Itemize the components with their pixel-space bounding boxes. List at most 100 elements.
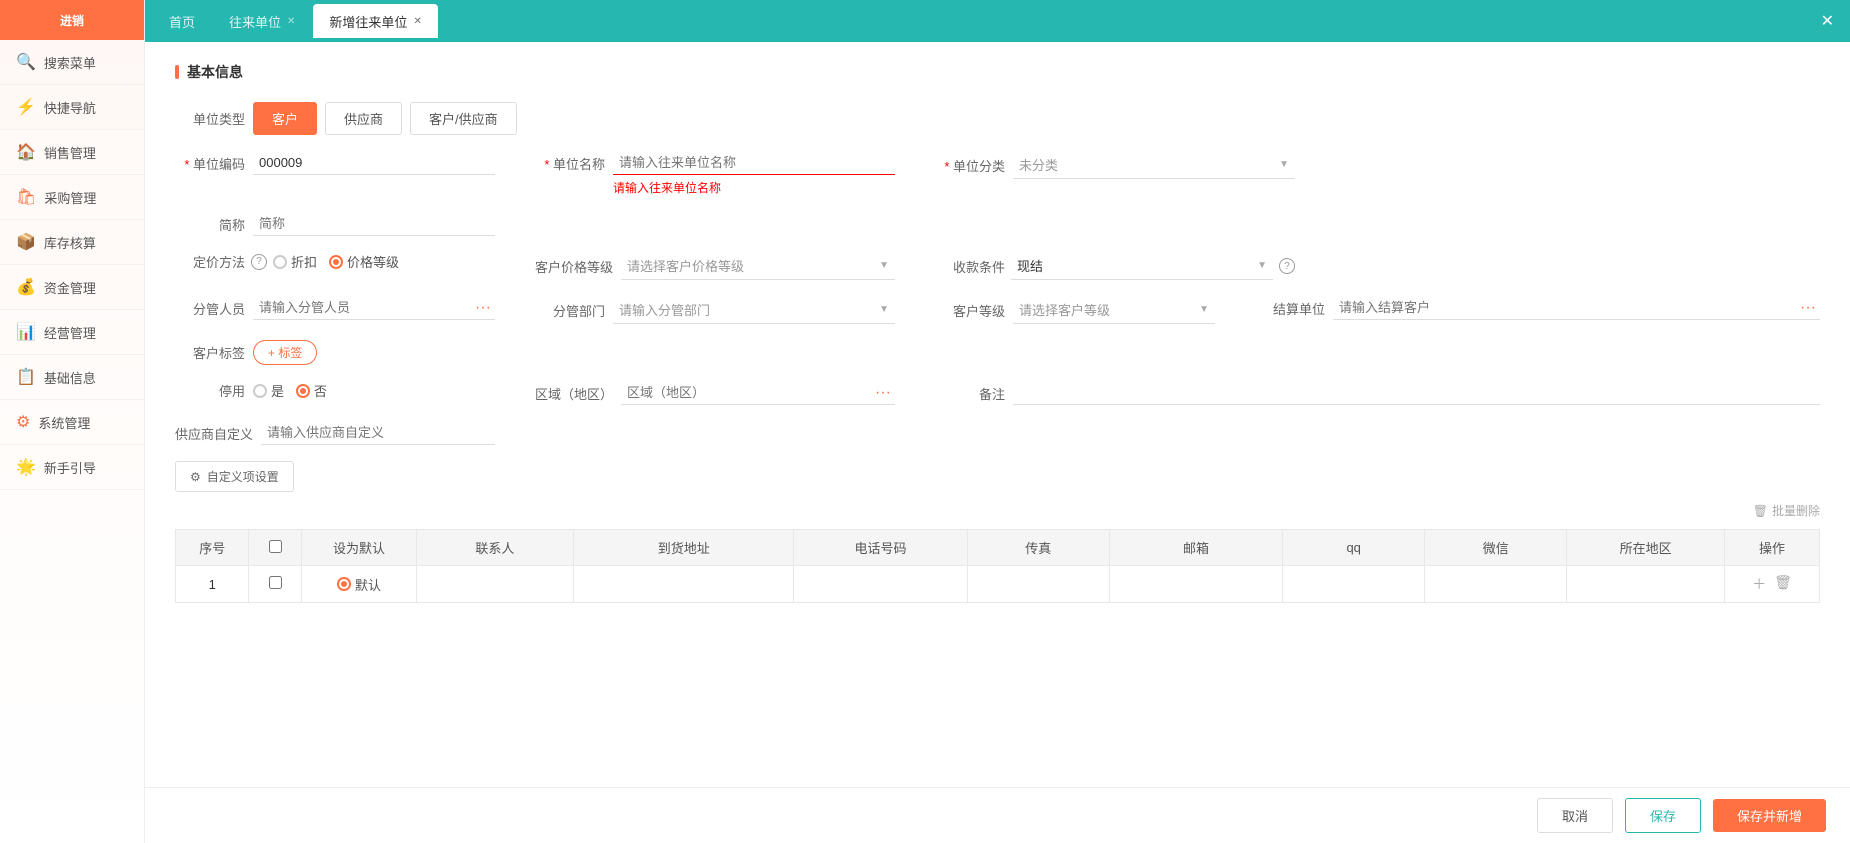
region-dots-button[interactable]: ··· <box>871 384 895 402</box>
sidebar-item-search[interactable]: 🔍 搜索菜单 <box>0 40 144 85</box>
chart-icon: 📊 <box>16 322 36 342</box>
radio-yes[interactable]: 是 <box>253 381 284 400</box>
cell-contact <box>416 566 574 603</box>
payment-terms-group: 收款条件 现结 ▼ ? <box>935 252 1295 280</box>
customer-level-label: 客户等级 <box>935 301 1005 320</box>
address-input[interactable] <box>624 577 744 592</box>
box-icon: 📦 <box>16 232 36 252</box>
tab-close-icon[interactable]: ✕ <box>413 16 421 27</box>
customer-tag-group: 客户标签 + 标签 <box>175 340 1820 365</box>
radio-circle-discount <box>273 255 287 269</box>
department-group: 分管部门 请输入分管部门 ▼ <box>535 296 895 324</box>
radio-price-level[interactable]: 价格等级 <box>329 252 399 271</box>
col-qq: qq <box>1283 530 1425 566</box>
sidebar: 进销 🔍 搜索菜单 ⚡ 快捷导航 🏠 销售管理 🛍 采购管理 📦 库存核算 💰 … <box>0 0 145 843</box>
wechat-input[interactable] <box>1461 577 1531 592</box>
save-button[interactable]: 保存 <box>1625 798 1701 833</box>
select-all-checkbox[interactable] <box>269 540 282 553</box>
add-tag-button[interactable]: + 标签 <box>253 340 317 365</box>
sidebar-item-label: 库存核算 <box>44 233 96 252</box>
sidebar-item-finance[interactable]: 💰 资金管理 <box>0 265 144 310</box>
sidebar-item-purchase[interactable]: 🛍 采购管理 <box>0 175 144 220</box>
type-btn-supplier[interactable]: 供应商 <box>325 102 402 135</box>
sidebar-item-quick-nav[interactable]: ⚡ 快捷导航 <box>0 85 144 130</box>
type-btn-customer[interactable]: 客户 <box>253 102 317 135</box>
manager-dots-button[interactable]: ··· <box>471 299 495 317</box>
tab-partner[interactable]: 往来单位 ✕ <box>213 4 311 38</box>
sidebar-item-guide[interactable]: 🌟 新手引导 <box>0 445 144 490</box>
unit-code-group: 单位编码 <box>175 151 495 175</box>
sidebar-item-label: 系统管理 <box>38 413 90 432</box>
question-icon-payment[interactable]: ? <box>1279 258 1295 274</box>
sidebar-item-operation[interactable]: 📊 经营管理 <box>0 310 144 355</box>
customer-level-select[interactable]: 请选择客户等级 ▼ <box>1013 296 1215 324</box>
custom-settings-label: 自定义项设置 <box>207 468 279 485</box>
manager-row: 分管人员 ··· 分管部门 请输入分管部门 ▼ 客户等级 请选择客户等级 <box>175 296 1820 324</box>
global-close-button[interactable]: ✕ <box>1813 7 1842 35</box>
fax-input[interactable] <box>1003 577 1073 592</box>
tab-label: 首页 <box>169 12 195 31</box>
manager-input[interactable] <box>253 296 471 319</box>
custom-settings-row: ⚙ 自定义项设置 <box>175 461 1820 492</box>
payment-terms-select[interactable]: 现结 ▼ <box>1011 252 1273 280</box>
unit-name-input[interactable] <box>613 151 895 175</box>
region-table-input[interactable] <box>1606 577 1686 592</box>
question-icon[interactable]: ? <box>251 254 267 270</box>
email-input[interactable] <box>1151 577 1241 592</box>
tab-label: 新增往来单位 <box>329 12 407 31</box>
payment-terms-label: 收款条件 <box>935 257 1005 276</box>
remarks-input[interactable] <box>1013 381 1820 405</box>
sidebar-item-label: 新手引导 <box>44 458 96 477</box>
row-checkbox[interactable] <box>269 576 282 589</box>
phone-input[interactable] <box>836 577 926 592</box>
remarks-group: 备注 <box>935 381 1820 405</box>
department-select[interactable]: 请输入分管部门 ▼ <box>613 296 895 324</box>
department-label: 分管部门 <box>535 301 605 320</box>
tab-new-partner[interactable]: 新增往来单位 ✕ <box>313 4 437 38</box>
col-email: 邮箱 <box>1109 530 1282 566</box>
gear-icon: ⚙ <box>16 412 30 432</box>
unit-category-select[interactable]: 未分类 ▼ <box>1013 151 1295 179</box>
tab-close-icon[interactable]: ✕ <box>287 16 295 27</box>
save-and-new-button[interactable]: 保存并新增 <box>1713 799 1826 832</box>
sidebar-item-inventory[interactable]: 📦 库存核算 <box>0 220 144 265</box>
col-no: 序号 <box>176 530 249 566</box>
chevron-down-icon: ▼ <box>879 304 889 315</box>
sidebar-item-basic[interactable]: 📋 基础信息 <box>0 355 144 400</box>
supplier-custom-input[interactable] <box>261 421 495 445</box>
unit-code-input[interactable] <box>253 151 495 175</box>
bottom-bar: 取消 保存 保存并新增 <box>145 787 1850 843</box>
region-input-wrapper: ··· <box>621 381 895 405</box>
main-area: 首页 往来单位 ✕ 新增往来单位 ✕ ✕ 基本信息 单位类型 客户 供应商 客 <box>145 0 1850 843</box>
cell-qq <box>1283 566 1425 603</box>
star-icon: 🌟 <box>16 457 36 477</box>
unit-name-label: 单位名称 <box>535 154 605 173</box>
contact-input[interactable] <box>455 577 535 592</box>
cell-email <box>1109 566 1282 603</box>
cancel-button[interactable]: 取消 <box>1537 798 1613 833</box>
default-radio[interactable]: 默认 <box>312 575 405 594</box>
region-input[interactable] <box>621 381 871 404</box>
delete-row-button[interactable]: 🗑 <box>1774 574 1792 594</box>
title-bar <box>175 65 179 79</box>
type-btn-both[interactable]: 客户/供应商 <box>410 102 517 135</box>
col-action: 操作 <box>1725 530 1820 566</box>
add-row-button[interactable]: ＋ <box>1752 574 1766 594</box>
custom-settings-button[interactable]: ⚙ 自定义项设置 <box>175 461 294 492</box>
alias-input[interactable] <box>253 212 495 236</box>
qq-input[interactable] <box>1319 577 1389 592</box>
tab-home[interactable]: 首页 <box>153 4 211 38</box>
batch-delete-label[interactable]: 批量删除 <box>1772 502 1820 519</box>
col-phone: 电话号码 <box>794 530 967 566</box>
department-placeholder: 请输入分管部门 <box>619 300 879 319</box>
settlement-dots-button[interactable]: ··· <box>1796 299 1820 317</box>
customer-price-level-select[interactable]: 请选择客户价格等级 ▼ <box>621 252 895 280</box>
radio-no[interactable]: 否 <box>296 381 327 400</box>
sidebar-item-sales[interactable]: 🏠 销售管理 <box>0 130 144 175</box>
customer-price-level-placeholder: 请选择客户价格等级 <box>627 256 879 275</box>
radio-discount[interactable]: 折扣 <box>273 252 317 271</box>
table-body: 1 默认 <box>176 566 1820 603</box>
contact-table: 序号 设为默认 联系人 到货地址 电话号码 传真 邮箱 qq 微信 所在地区 操… <box>175 529 1820 603</box>
sidebar-item-system[interactable]: ⚙ 系统管理 <box>0 400 144 445</box>
settlement-unit-input[interactable] <box>1333 296 1796 319</box>
